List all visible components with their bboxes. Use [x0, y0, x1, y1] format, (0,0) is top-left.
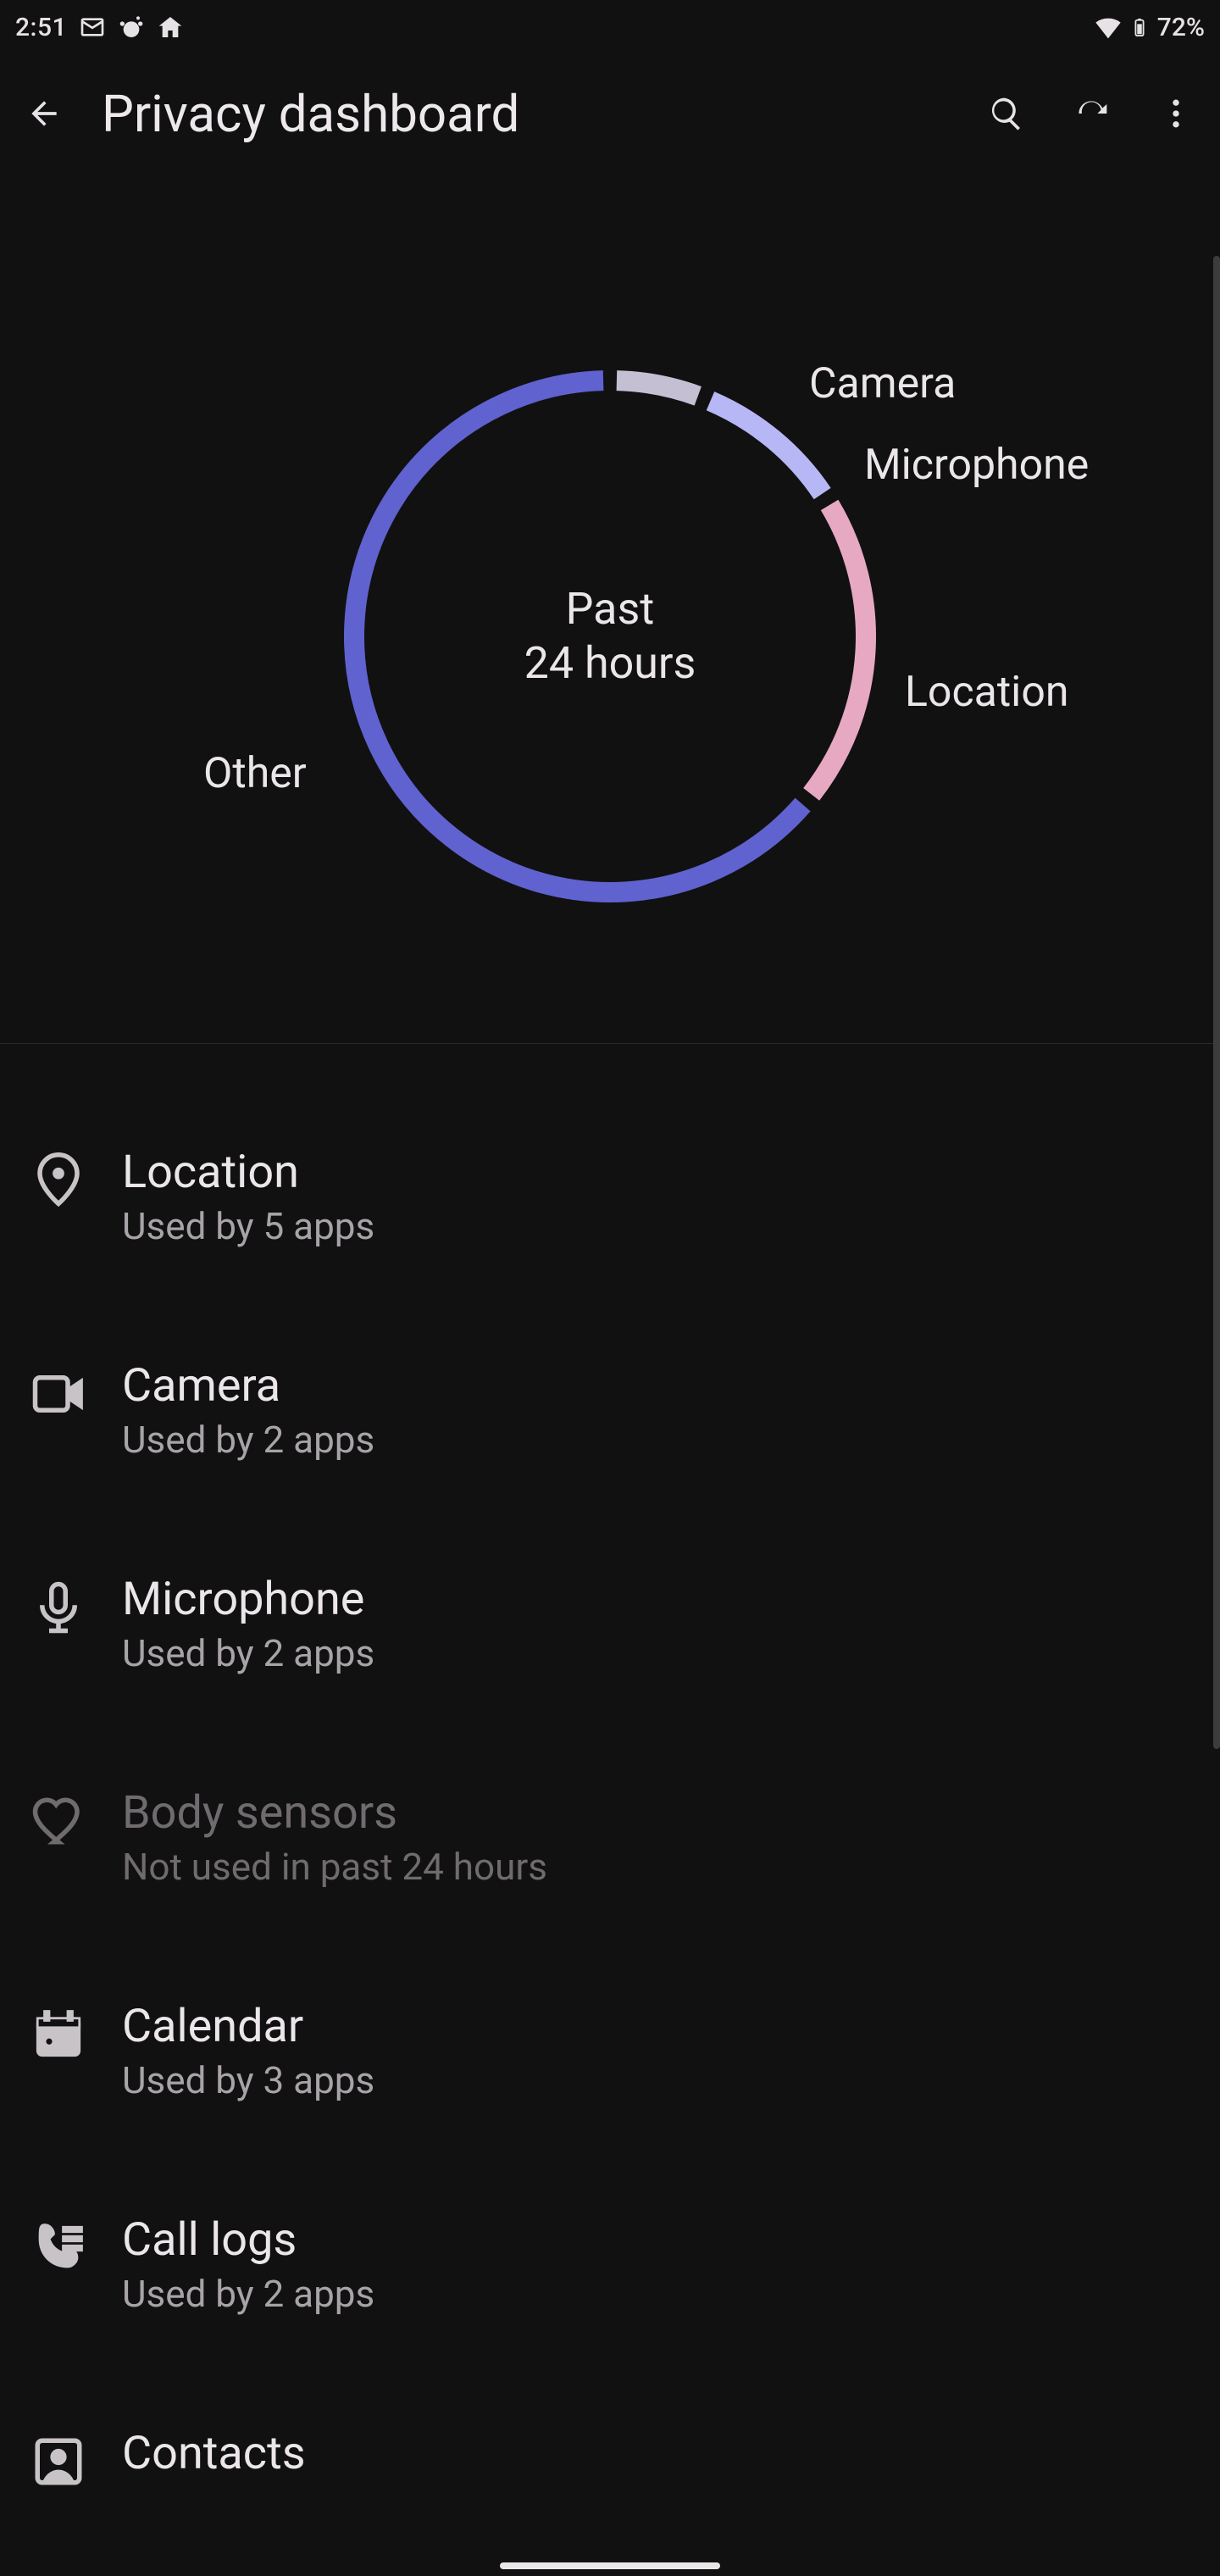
call-icon [30, 2220, 86, 2276]
back-button[interactable] [17, 86, 71, 141]
refresh-icon [1073, 95, 1110, 132]
search-button[interactable] [979, 86, 1034, 141]
chart-label-other: Other [203, 749, 307, 798]
heart-icon [30, 1793, 86, 1849]
status-battery-text: 72% [1157, 13, 1205, 42]
chart-label-camera: Camera [809, 359, 956, 408]
battery-icon [1130, 14, 1149, 41]
camera-icon [30, 1366, 86, 1422]
permission-item-calendar[interactable]: Calendar Used by 3 apps [0, 1974, 1220, 2144]
chart-center-text: Past 24 hours [337, 582, 883, 691]
search-icon [988, 95, 1025, 132]
permission-item-subtitle: Used by 5 apps [122, 1204, 374, 1248]
mic-icon [30, 1579, 86, 1635]
permission-item-subtitle: Used by 2 apps [122, 2272, 374, 2316]
refresh-button[interactable] [1064, 86, 1118, 141]
permission-item-contacts[interactable]: Contacts [0, 2401, 1220, 2571]
permission-item-title: Microphone [122, 1573, 374, 1626]
permission-item-heart[interactable]: Body sensors Not used in past 24 hours [0, 1761, 1220, 1930]
more-button[interactable] [1149, 86, 1203, 141]
arrow-left-icon [25, 95, 63, 132]
reddit-icon [118, 14, 145, 41]
permission-item-subtitle: Used by 3 apps [122, 2058, 374, 2102]
permission-item-camera[interactable]: Camera Used by 2 apps [0, 1334, 1220, 1503]
permission-item-subtitle: Not used in past 24 hours [122, 1845, 547, 1889]
scrollbar[interactable] [1213, 256, 1220, 1749]
permission-item-location[interactable]: Location Used by 5 apps [0, 1120, 1220, 1290]
permission-item-title: Body sensors [122, 1786, 547, 1840]
permission-item-title: Calendar [122, 2000, 374, 2053]
statusbar: 2:51 72% [0, 0, 1220, 54]
home-icon [157, 14, 184, 41]
page-title: Privacy dashboard [102, 84, 949, 144]
permission-item-title: Call logs [122, 2213, 374, 2267]
mail-icon [79, 14, 106, 41]
permission-item-title: Location [122, 1146, 374, 1199]
permission-item-call[interactable]: Call logs Used by 2 apps [0, 2188, 1220, 2357]
location-icon [30, 1152, 86, 1208]
contacts-icon [30, 2434, 86, 2490]
chart-label-mic: Microphone [864, 441, 1089, 490]
permission-item-title: Camera [122, 1359, 374, 1413]
permission-item-title: Contacts [122, 2427, 306, 2480]
nav-handle [500, 2562, 720, 2569]
permission-item-mic[interactable]: Microphone Used by 2 apps [0, 1547, 1220, 1717]
appbar: Privacy dashboard [0, 54, 1220, 173]
calendar-icon [30, 2007, 86, 2062]
wifi-icon [1095, 14, 1122, 41]
more-vert-icon [1157, 95, 1195, 132]
chart-panel: Past 24 hours Camera Microphone Location… [0, 173, 1220, 1044]
permission-item-subtitle: Used by 2 apps [122, 1418, 374, 1462]
permission-item-subtitle: Used by 2 apps [122, 1631, 374, 1675]
donut-chart: Past 24 hours [337, 364, 883, 909]
permission-list: Location Used by 5 apps Camera Used by 2 ap… [0, 1044, 1220, 2571]
status-clock: 2:51 [15, 13, 67, 42]
chart-label-location: Location [905, 668, 1068, 717]
